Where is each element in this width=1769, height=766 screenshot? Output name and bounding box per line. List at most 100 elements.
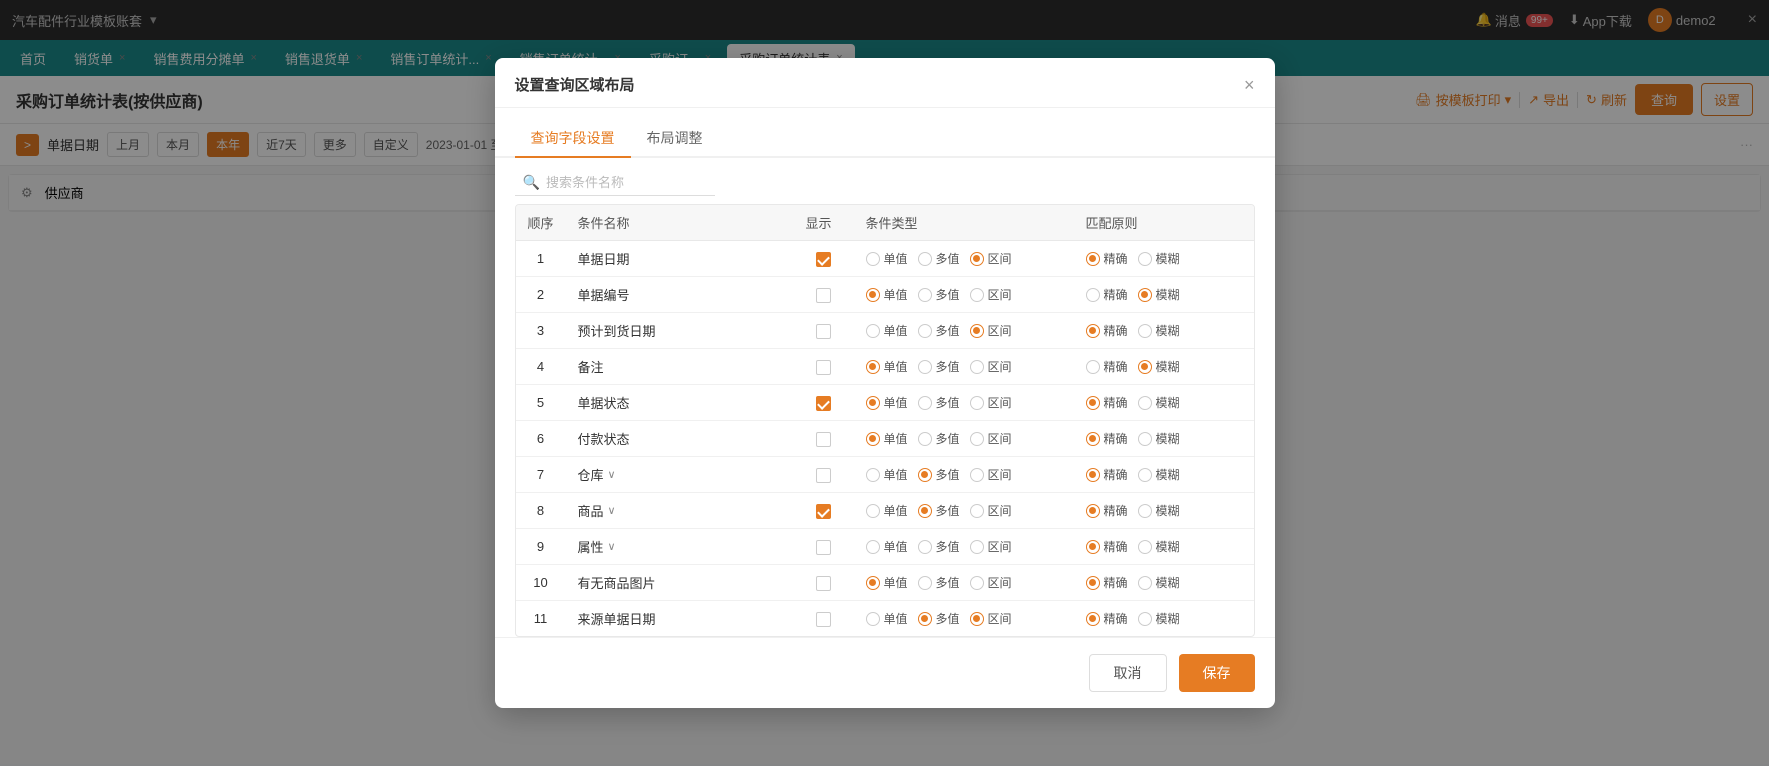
- type-multi-radio[interactable]: 多值: [918, 538, 960, 555]
- match-fuzzy-radio[interactable]: 模糊: [1138, 466, 1180, 483]
- type-single-radio[interactable]: 单值: [866, 430, 908, 447]
- dialog-tab-layout[interactable]: 布局调整: [631, 120, 719, 158]
- match-exact-radio[interactable]: 精确: [1086, 502, 1128, 519]
- show-checkbox[interactable]: [816, 504, 831, 519]
- cell-type: 单值 多值 区间: [854, 493, 1074, 529]
- type-multi-radio[interactable]: 多值: [918, 466, 960, 483]
- match-fuzzy-radio[interactable]: 模糊: [1138, 574, 1180, 591]
- type-single-radio[interactable]: 单值: [866, 466, 908, 483]
- match-exact-radio[interactable]: 精确: [1086, 358, 1128, 375]
- show-checkbox[interactable]: [816, 432, 831, 447]
- match-exact-radio[interactable]: 精确: [1086, 610, 1128, 627]
- type-multi-radio[interactable]: 多值: [918, 502, 960, 519]
- cell-show: [794, 241, 854, 277]
- type-single-radio[interactable]: 单值: [866, 574, 908, 591]
- dialog-header: 设置查询区域布局 ×: [495, 58, 1275, 108]
- match-exact-radio[interactable]: 精确: [1086, 322, 1128, 339]
- type-single-radio[interactable]: 单值: [866, 286, 908, 303]
- type-multi-radio[interactable]: 多值: [918, 322, 960, 339]
- type-single-radio[interactable]: 单值: [866, 610, 908, 627]
- match-fuzzy-dot: [1138, 612, 1152, 626]
- save-button[interactable]: 保存: [1179, 654, 1255, 692]
- type-radio-group: 单值 多值 区间: [866, 430, 1062, 447]
- type-range-radio[interactable]: 区间: [970, 610, 1012, 627]
- type-multi-radio[interactable]: 多值: [918, 610, 960, 627]
- show-checkbox[interactable]: [816, 360, 831, 375]
- type-range-radio[interactable]: 区间: [970, 394, 1012, 411]
- type-range-radio[interactable]: 区间: [970, 574, 1012, 591]
- show-checkbox[interactable]: [816, 252, 831, 267]
- show-checkbox[interactable]: [816, 540, 831, 555]
- search-input[interactable]: [546, 175, 706, 190]
- type-range-radio[interactable]: 区间: [970, 322, 1012, 339]
- type-range-radio[interactable]: 区间: [970, 286, 1012, 303]
- cell-match: 精确 模糊: [1074, 529, 1254, 565]
- match-radio-group: 精确 模糊: [1086, 538, 1242, 555]
- match-fuzzy-radio[interactable]: 模糊: [1138, 250, 1180, 267]
- type-single-radio[interactable]: 单值: [866, 394, 908, 411]
- type-single-radio[interactable]: 单值: [866, 322, 908, 339]
- type-single-radio[interactable]: 单值: [866, 538, 908, 555]
- match-exact-radio[interactable]: 精确: [1086, 466, 1128, 483]
- cell-match: 精确 模糊: [1074, 493, 1254, 529]
- type-range-radio[interactable]: 区间: [970, 502, 1012, 519]
- match-fuzzy-radio[interactable]: 模糊: [1138, 538, 1180, 555]
- name-with-dropdown[interactable]: 仓库 ∨: [578, 465, 782, 484]
- type-multi-radio[interactable]: 多值: [918, 574, 960, 591]
- dialog-tab-fields[interactable]: 查询字段设置: [515, 120, 631, 158]
- match-exact-radio[interactable]: 精确: [1086, 286, 1128, 303]
- type-multi-radio[interactable]: 多值: [918, 358, 960, 375]
- type-multi-radio[interactable]: 多值: [918, 250, 960, 267]
- match-fuzzy-radio[interactable]: 模糊: [1138, 502, 1180, 519]
- match-fuzzy-radio[interactable]: 模糊: [1138, 286, 1180, 303]
- type-multi-radio[interactable]: 多值: [918, 394, 960, 411]
- match-exact-radio[interactable]: 精确: [1086, 394, 1128, 411]
- cell-show: [794, 457, 854, 493]
- show-checkbox[interactable]: [816, 612, 831, 627]
- type-range-radio[interactable]: 区间: [970, 538, 1012, 555]
- cell-match: 精确 模糊: [1074, 565, 1254, 601]
- type-single-dot: [866, 504, 880, 518]
- match-exact-radio[interactable]: 精确: [1086, 538, 1128, 555]
- type-multi-radio[interactable]: 多值: [918, 430, 960, 447]
- cell-order: 10: [516, 565, 566, 601]
- match-fuzzy-radio[interactable]: 模糊: [1138, 430, 1180, 447]
- dropdown-arrow: ∨: [608, 468, 616, 481]
- dialog-close-button[interactable]: ×: [1244, 76, 1255, 94]
- type-range-radio[interactable]: 区间: [970, 466, 1012, 483]
- type-range-radio[interactable]: 区间: [970, 250, 1012, 267]
- show-checkbox[interactable]: [816, 288, 831, 303]
- type-range-dot: [970, 288, 984, 302]
- settings-dialog: 设置查询区域布局 × 查询字段设置 布局调整 🔍 顺序: [495, 58, 1275, 708]
- cell-name: 单据日期: [566, 241, 794, 277]
- search-input-wrap[interactable]: 🔍: [515, 170, 715, 196]
- match-fuzzy-radio[interactable]: 模糊: [1138, 610, 1180, 627]
- match-fuzzy-radio[interactable]: 模糊: [1138, 322, 1180, 339]
- type-single-radio[interactable]: 单值: [866, 502, 908, 519]
- cancel-button[interactable]: 取消: [1089, 654, 1167, 692]
- match-exact-radio[interactable]: 精确: [1086, 574, 1128, 591]
- type-radio-group: 单值 多值 区间: [866, 322, 1062, 339]
- type-single-radio[interactable]: 单值: [866, 250, 908, 267]
- type-range-dot: [970, 504, 984, 518]
- type-range-radio[interactable]: 区间: [970, 430, 1012, 447]
- type-multi-radio[interactable]: 多值: [918, 286, 960, 303]
- match-exact-radio[interactable]: 精确: [1086, 430, 1128, 447]
- type-range-dot: [970, 432, 984, 446]
- show-checkbox[interactable]: [816, 576, 831, 591]
- match-fuzzy-radio[interactable]: 模糊: [1138, 394, 1180, 411]
- type-multi-dot: [918, 432, 932, 446]
- match-fuzzy-radio[interactable]: 模糊: [1138, 358, 1180, 375]
- name-with-dropdown[interactable]: 属性 ∨: [578, 537, 782, 556]
- match-radio-group: 精确 模糊: [1086, 466, 1242, 483]
- name-with-dropdown[interactable]: 商品 ∨: [578, 501, 782, 520]
- match-exact-radio[interactable]: 精确: [1086, 250, 1128, 267]
- type-range-radio[interactable]: 区间: [970, 358, 1012, 375]
- show-checkbox[interactable]: [816, 396, 831, 411]
- table-row: 5单据状态 单值 多值 区间 精确 模糊: [516, 385, 1254, 421]
- show-checkbox[interactable]: [816, 324, 831, 339]
- show-checkbox[interactable]: [816, 468, 831, 483]
- type-single-radio[interactable]: 单值: [866, 358, 908, 375]
- match-exact-dot: [1086, 468, 1100, 482]
- match-radio-group: 精确 模糊: [1086, 358, 1242, 375]
